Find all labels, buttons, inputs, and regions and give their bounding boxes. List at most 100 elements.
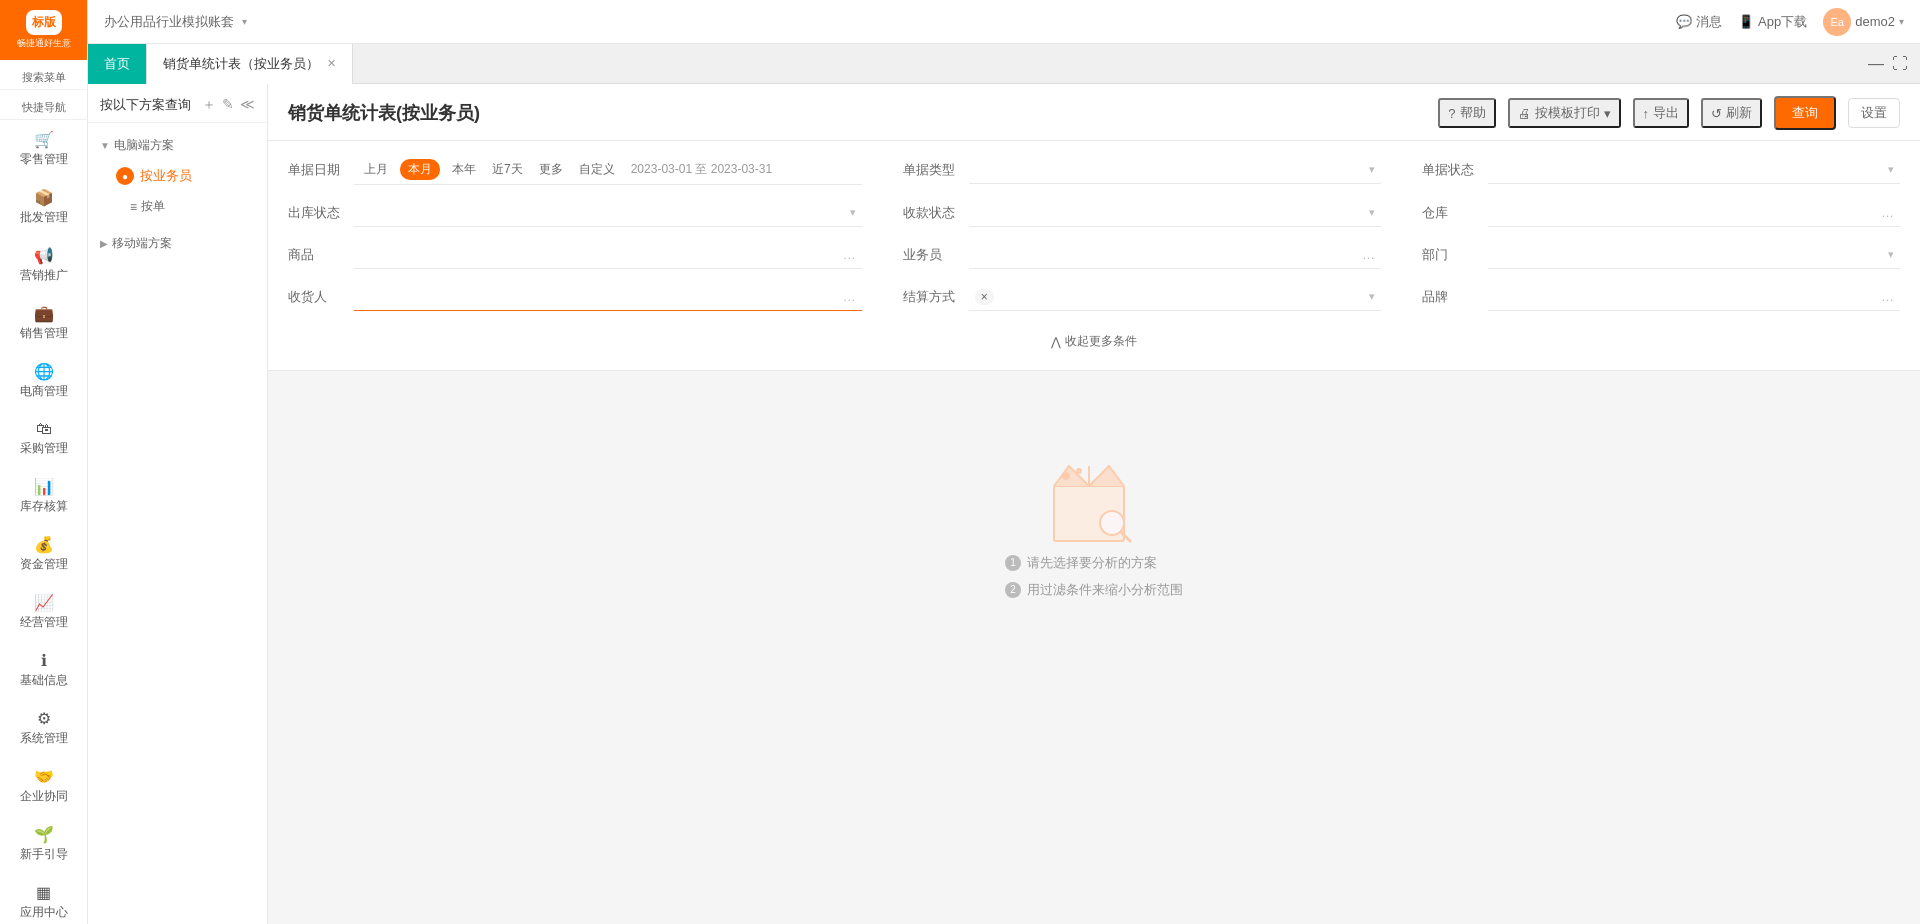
- date-option-last-7-days[interactable]: 近7天: [488, 159, 527, 180]
- sidebar-item-inventory[interactable]: 📊 库存核算: [0, 467, 87, 525]
- edit-scheme-icon[interactable]: ✎: [222, 96, 234, 114]
- salesperson-ellipsis[interactable]: …: [1362, 247, 1375, 262]
- scheme-item-by-salesperson[interactable]: ● 按业务员: [88, 160, 267, 192]
- refresh-button[interactable]: ↺ 刷新: [1701, 98, 1762, 128]
- scheme-item-by-order[interactable]: ≡ 按单: [88, 192, 267, 221]
- sidebar-item-ecommerce[interactable]: 🌐 电商管理: [0, 352, 87, 410]
- scheme-group-mobile-title[interactable]: ▶ 移动端方案: [88, 229, 267, 258]
- salesperson-label: 业务员: [903, 246, 963, 264]
- filter-brand: 品牌 …: [1422, 283, 1900, 311]
- brand-ellipsis[interactable]: …: [1881, 289, 1894, 304]
- tab-home[interactable]: 首页: [88, 44, 147, 84]
- receipt-status-dropdown-icon: ▾: [1369, 206, 1375, 219]
- tab-maximize-icon[interactable]: ⛶: [1892, 55, 1908, 73]
- marketing-icon: 📢: [34, 246, 54, 265]
- sidebar-item-operations[interactable]: 📈 经营管理: [0, 583, 87, 641]
- filter-settlement: 结算方式 × ▾: [903, 283, 1381, 311]
- sidebar-item-basic[interactable]: ℹ 基础信息: [0, 641, 87, 699]
- help-icon: ?: [1448, 106, 1455, 121]
- sidebar-item-retail[interactable]: 🛒 零售管理: [0, 120, 87, 178]
- empty-illustration: [1034, 451, 1154, 551]
- help-button[interactable]: ? 帮助: [1438, 98, 1495, 128]
- tab-sales-stat-label: 销货单统计表（按业务员）: [163, 55, 319, 73]
- date-option-more[interactable]: 更多: [535, 159, 567, 180]
- sidebar-item-purchase[interactable]: 🛍 采购管理: [0, 410, 87, 467]
- template-print-label: 按模板打印: [1535, 104, 1600, 122]
- date-option-this-month[interactable]: 本月: [400, 159, 440, 180]
- goods-ellipsis[interactable]: …: [843, 247, 856, 262]
- sidebar-item-apps[interactable]: ▦ 应用中心: [0, 873, 87, 924]
- date-filter: 上月 本月 本年 近7天 更多 自定义 2023-03-01 至 2023-03…: [360, 159, 772, 180]
- receiver-ellipsis[interactable]: …: [843, 289, 856, 304]
- app-dropdown-arrow[interactable]: ▾: [242, 16, 247, 27]
- sidebar-item-wholesale[interactable]: 📦 批发管理: [0, 178, 87, 236]
- goods-control[interactable]: …: [354, 241, 862, 269]
- sidebar-item-newbie[interactable]: 🌱 新手引导: [0, 815, 87, 873]
- collapse-label: 收起更多条件: [1065, 333, 1137, 350]
- warehouse-control[interactable]: …: [1488, 199, 1900, 227]
- sidebar-item-enterprise[interactable]: 🤝 企业协同: [0, 757, 87, 815]
- filter-doc-type: 单据类型 ▾: [903, 156, 1381, 184]
- brand-control[interactable]: …: [1488, 283, 1900, 311]
- message-btn[interactable]: 💬 消息: [1676, 13, 1722, 31]
- sidebar-search[interactable]: 搜索菜单: [0, 60, 87, 90]
- sidebar-item-system[interactable]: ⚙ 系统管理: [0, 699, 87, 757]
- filter-dept: 部门 ▾: [1422, 241, 1900, 269]
- topbar: 办公用品行业模拟账套 ▾ 💬 消息 📱 App下载 Ea demo2 ▾: [88, 0, 1920, 44]
- out-status-control[interactable]: ▾: [354, 199, 862, 227]
- dept-dropdown-icon: ▾: [1888, 248, 1894, 261]
- filter-date: 单据日期 上月 本月 本年 近7天 更多 自定义: [288, 155, 862, 185]
- collapse-panel-icon[interactable]: ≪: [240, 96, 255, 114]
- sidebar-item-sales[interactable]: 💼 销售管理: [0, 294, 87, 352]
- tabbar: 首页 销货单统计表（按业务员） ✕ — ⛶: [88, 44, 1920, 84]
- template-print-button[interactable]: 🖨 按模板打印 ▾: [1508, 98, 1621, 128]
- settings-button[interactable]: 设置: [1848, 98, 1900, 128]
- print-icon: 🖨: [1518, 106, 1531, 121]
- salesperson-control[interactable]: …: [969, 241, 1381, 269]
- filter-out-status: 出库状态 ▾: [288, 199, 862, 227]
- doc-type-dropdown-icon: ▾: [1369, 163, 1375, 176]
- export-button[interactable]: ↑ 导出: [1633, 98, 1690, 128]
- dept-control[interactable]: ▾: [1488, 241, 1900, 269]
- sidebar-item-label: 经营管理: [20, 614, 68, 631]
- doc-status-control[interactable]: ▾: [1488, 156, 1900, 184]
- collapse-row: ⋀ 收起更多条件: [288, 325, 1900, 358]
- sidebar-shortcut[interactable]: 快捷导航: [0, 90, 87, 120]
- scheme-item-by-order-label: 按单: [141, 198, 165, 215]
- by-order-icon: ≡: [130, 200, 137, 214]
- tab-close-icon[interactable]: ✕: [327, 57, 336, 70]
- goods-label: 商品: [288, 246, 348, 264]
- sidebar-item-label: 采购管理: [20, 440, 68, 457]
- page-actions: ? 帮助 🖨 按模板打印 ▾ ↑ 导出 ↺: [1438, 96, 1900, 130]
- sidebar-item-finance[interactable]: 💰 资金管理: [0, 525, 87, 583]
- sidebar-item-marketing[interactable]: 📢 营销推广: [0, 236, 87, 294]
- scheme-group-pc-title[interactable]: ▼ 电脑端方案: [88, 131, 267, 160]
- date-option-last-month[interactable]: 上月: [360, 159, 392, 180]
- out-status-dropdown-icon: ▾: [850, 206, 856, 219]
- doc-type-control[interactable]: ▾: [969, 156, 1381, 184]
- tab-sales-stat[interactable]: 销货单统计表（按业务员） ✕: [147, 44, 353, 84]
- page-title: 销货单统计表(按业务员): [288, 101, 480, 125]
- user-menu[interactable]: Ea demo2 ▾: [1823, 8, 1904, 36]
- brand-label: 品牌: [1422, 288, 1482, 306]
- collapse-button[interactable]: ⋀ 收起更多条件: [1051, 333, 1137, 350]
- receiver-control[interactable]: …: [354, 283, 862, 311]
- warehouse-ellipsis[interactable]: …: [1881, 205, 1894, 220]
- settlement-control[interactable]: × ▾: [969, 283, 1381, 311]
- date-option-this-year[interactable]: 本年: [448, 159, 480, 180]
- query-button[interactable]: 查询: [1774, 96, 1836, 130]
- date-control[interactable]: 上月 本月 本年 近7天 更多 自定义 2023-03-01 至 2023-03…: [354, 155, 862, 185]
- doc-type-label: 单据类型: [903, 161, 963, 179]
- svg-point-5: [1077, 469, 1081, 473]
- svg-point-4: [1063, 473, 1069, 479]
- hint-num-2: 2: [1005, 582, 1021, 598]
- sidebar-item-label: 新手引导: [20, 846, 68, 863]
- settlement-clear-x[interactable]: ×: [981, 290, 988, 304]
- add-scheme-icon[interactable]: ＋: [202, 96, 216, 114]
- app-download-btn[interactable]: 📱 App下载: [1738, 13, 1807, 31]
- tab-minimize-icon[interactable]: —: [1868, 55, 1884, 73]
- receipt-status-control[interactable]: ▾: [969, 199, 1381, 227]
- date-option-custom[interactable]: 自定义: [575, 159, 619, 180]
- empty-state: 1 请先选择要分析的方案 2 用过滤条件来缩小分析范围: [268, 371, 1920, 682]
- doc-status-label: 单据状态: [1422, 161, 1482, 179]
